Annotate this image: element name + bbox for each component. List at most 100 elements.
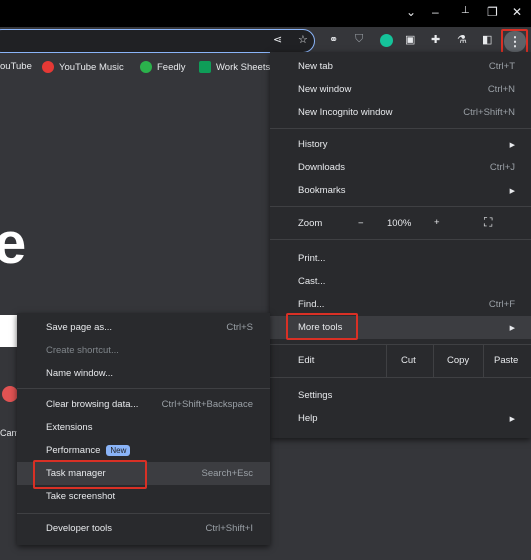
zoom-out-button[interactable]: − — [358, 218, 364, 229]
item-shortcut: Ctrl+S — [226, 322, 253, 333]
sheets-icon — [199, 61, 211, 73]
menu-downloads[interactable]: Downloads Ctrl+J — [270, 156, 531, 179]
item-label: Developer tools — [46, 523, 113, 534]
extensions-puzzle-icon[interactable]: ✚ — [431, 33, 440, 46]
item-label: Bookmarks — [298, 185, 346, 196]
item-shortcut: Ctrl+Shift+N — [463, 107, 515, 118]
menu-performance[interactable]: Performance New — [17, 439, 270, 462]
bookmark-label: ouTube — [0, 61, 32, 72]
item-label: Save page as... — [46, 322, 113, 333]
divider — [270, 128, 531, 129]
item-label: Name window... — [46, 368, 114, 379]
item-label: Extensions — [46, 422, 93, 433]
divider — [17, 513, 270, 514]
paste-button[interactable]: Paste — [494, 355, 518, 366]
share-icon[interactable]: ⋖ — [273, 33, 282, 46]
menu-history[interactable]: History ▶ — [270, 133, 531, 156]
bookmark-star-icon[interactable]: ☆ — [298, 33, 308, 46]
menu-create-shortcut[interactable]: Create shortcut... — [17, 339, 270, 362]
item-shortcut: Ctrl+J — [489, 162, 515, 173]
menu-settings[interactable]: Settings — [270, 384, 531, 407]
menu-new-tab[interactable]: New tab Ctrl+T — [270, 55, 531, 78]
shortcut-icon[interactable] — [2, 386, 18, 402]
pin-icon[interactable]: ⊥ — [461, 5, 470, 16]
more-tools-submenu: Save page as... Ctrl+S Create shortcut...… — [17, 313, 270, 545]
menu-cast[interactable]: Cast... — [270, 270, 531, 293]
bookmark-label: Work Sheets — [216, 61, 271, 73]
item-label: Clear browsing data... — [46, 399, 139, 410]
tab-search-icon[interactable]: ⌄ — [406, 5, 416, 19]
restore-button[interactable]: ❐ — [487, 5, 498, 19]
item-label: Zoom — [298, 218, 323, 229]
divider — [270, 206, 531, 207]
item-label: Edit — [298, 355, 315, 366]
title-bar — [0, 0, 531, 27]
item-label: History — [298, 139, 328, 150]
copy-button[interactable]: Copy — [447, 355, 469, 366]
bookmark-work-sheets[interactable]: Work Sheets — [199, 61, 270, 73]
menu-bookmarks[interactable]: Bookmarks ▶ — [270, 179, 531, 202]
chrome-main-menu: New tab Ctrl+T New window Ctrl+N New Incog… — [270, 52, 531, 438]
item-shortcut: Ctrl+Shift+Backspace — [161, 399, 253, 410]
item-shortcut: Search+Esc — [201, 468, 254, 479]
bookmark-youtube[interactable]: ouTube — [0, 61, 32, 72]
menu-extensions[interactable]: Extensions — [17, 416, 270, 439]
submenu-arrow-icon: ▶ — [509, 324, 515, 332]
divider — [270, 344, 531, 345]
address-bar[interactable] — [0, 29, 315, 53]
labs-flask-icon[interactable]: ⚗ — [457, 33, 467, 46]
item-label: Performance — [46, 445, 101, 456]
menu-print[interactable]: Print... — [270, 247, 531, 270]
item-shortcut: Ctrl+T — [488, 61, 515, 72]
item-label: Cast... — [298, 276, 326, 287]
submenu-arrow-icon: ▶ — [509, 187, 515, 195]
submenu-arrow-icon: ▶ — [509, 141, 515, 149]
menu-clear-browsing-data[interactable]: Clear browsing data... Ctrl+Shift+Backspa… — [17, 393, 270, 416]
item-shortcut: Ctrl+N — [487, 84, 515, 95]
item-label: Print... — [298, 253, 326, 264]
zoom-in-button[interactable]: + — [434, 217, 440, 228]
youtube-music-icon — [42, 61, 54, 73]
page-logo-letter: e — [0, 211, 27, 276]
menu-save-page[interactable]: Save page as... Ctrl+S — [17, 316, 270, 339]
zoom-level: 100% — [387, 218, 412, 229]
bookmark-feedly[interactable]: Feedly — [140, 61, 186, 73]
item-label: Help — [298, 413, 318, 424]
ublock-icon[interactable]: ⛉ — [355, 33, 363, 46]
extension-glasses-icon[interactable]: ⚭ — [329, 33, 338, 46]
item-shortcut: Ctrl+Shift+I — [205, 523, 253, 534]
item-label: New Incognito window — [298, 107, 393, 118]
item-label: Take screenshot — [46, 491, 116, 502]
close-button[interactable]: ✕ — [512, 5, 522, 19]
divider — [270, 239, 531, 240]
item-label: Find... — [298, 299, 325, 310]
divider — [483, 344, 484, 377]
item-label: Downloads — [298, 162, 345, 173]
submenu-arrow-icon: ▶ — [509, 415, 515, 423]
fullscreen-icon[interactable]: ⛶ — [484, 215, 492, 230]
highlight-box-menu — [501, 29, 528, 54]
menu-new-incognito[interactable]: New Incognito window Ctrl+Shift+N — [270, 101, 531, 124]
side-panel-icon[interactable]: ◧ — [482, 33, 492, 46]
divider — [270, 377, 531, 378]
divider — [433, 344, 434, 377]
item-label: Settings — [298, 390, 333, 401]
menu-developer-tools[interactable]: Developer tools Ctrl+Shift+I — [17, 517, 270, 540]
menu-name-window[interactable]: Name window... — [17, 362, 270, 385]
search-box[interactable] — [0, 315, 18, 347]
grammarly-icon[interactable] — [380, 34, 393, 47]
menu-help[interactable]: Help ▶ — [270, 407, 531, 430]
divider — [386, 344, 387, 377]
feedly-icon — [140, 61, 152, 73]
menu-new-window[interactable]: New window Ctrl+N — [270, 78, 531, 101]
bookmark-youtube-music[interactable]: YouTube Music — [42, 61, 124, 73]
divider — [17, 388, 270, 389]
minimize-button[interactable]: – — [432, 5, 439, 19]
item-shortcut: Ctrl+F — [488, 299, 515, 310]
item-label: New window — [298, 84, 352, 95]
picture-in-picture-icon[interactable]: ▣ — [405, 33, 415, 46]
new-badge: New — [106, 445, 131, 456]
cut-button[interactable]: Cut — [401, 355, 416, 366]
item-label: Create shortcut... — [46, 345, 119, 356]
item-label: New tab — [298, 61, 333, 72]
